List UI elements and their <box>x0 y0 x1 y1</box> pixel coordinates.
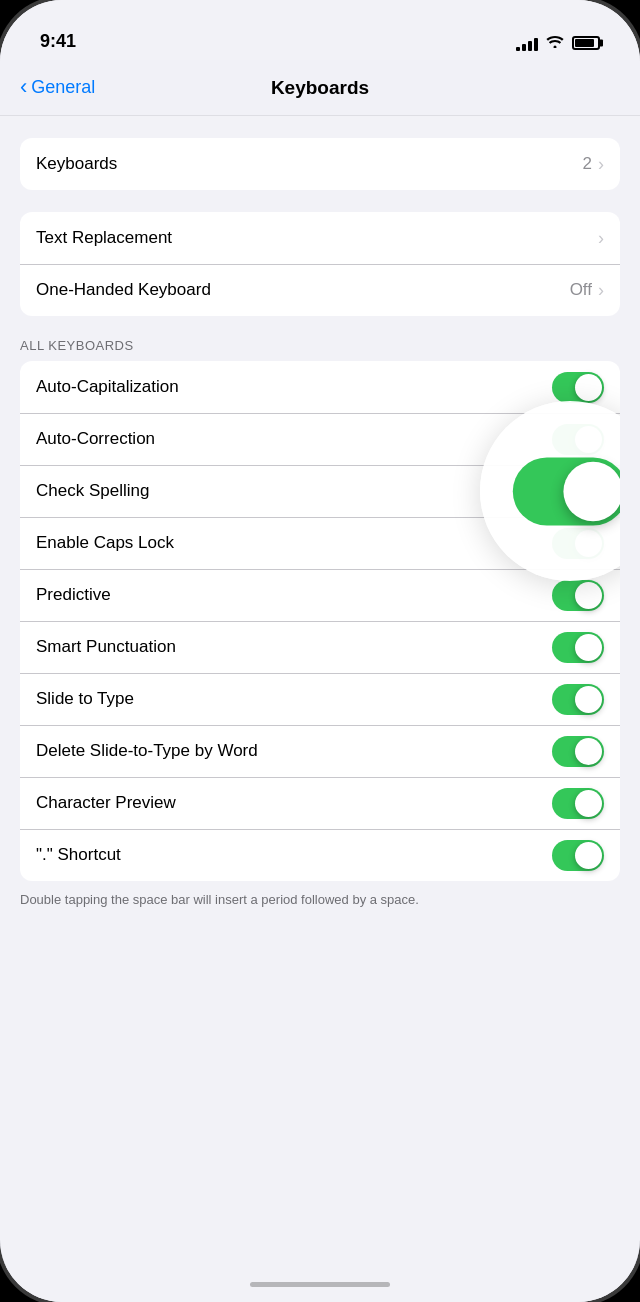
auto-capitalization-label: Auto-Capitalization <box>36 377 552 397</box>
text-replacement-label: Text Replacement <box>36 228 598 248</box>
smart-punctuation-label: Smart Punctuation <box>36 637 552 657</box>
delete-slide-to-type-row: Delete Slide-to-Type by Word <box>20 725 620 777</box>
character-preview-toggle[interactable] <box>552 788 604 819</box>
delete-slide-to-type-toggle[interactable] <box>552 736 604 767</box>
auto-capitalization-row: Auto-Capitalization <box>20 361 620 413</box>
character-preview-label: Character Preview <box>36 793 552 813</box>
replacement-card: Text Replacement › One-Handed Keyboard O… <box>20 212 620 316</box>
keyboards-card: Keyboards 2 › <box>20 138 620 190</box>
check-spelling-row: Check Spelling <box>20 465 620 517</box>
text-replacement-chevron-icon: › <box>598 228 604 249</box>
keyboards-row[interactable]: Keyboards 2 › <box>20 138 620 190</box>
keyboards-value: 2 <box>583 154 592 174</box>
smart-punctuation-toggle[interactable] <box>552 632 604 663</box>
period-shortcut-toggle[interactable] <box>552 840 604 871</box>
nav-bar: ‹ General Keyboards <box>0 60 640 116</box>
predictive-label: Predictive <box>36 585 552 605</box>
check-spelling-label: Check Spelling <box>36 481 552 501</box>
enable-caps-lock-toggle[interactable] <box>552 528 604 559</box>
slide-to-type-label: Slide to Type <box>36 689 552 709</box>
slide-to-type-row: Slide to Type <box>20 673 620 725</box>
page-title: Keyboards <box>170 77 470 99</box>
home-bar <box>250 1282 390 1287</box>
status-time: 9:41 <box>40 31 516 52</box>
one-handed-keyboard-row[interactable]: One-Handed Keyboard Off › <box>20 264 620 316</box>
predictive-toggle[interactable] <box>552 580 604 611</box>
one-handed-keyboard-value: Off <box>570 280 592 300</box>
all-keyboards-section-label: ALL KEYBOARDS <box>0 338 640 353</box>
smart-punctuation-row: Smart Punctuation <box>20 621 620 673</box>
keyboards-section: Keyboards 2 › <box>0 138 640 190</box>
text-replacement-row[interactable]: Text Replacement › <box>20 212 620 264</box>
slide-to-type-toggle[interactable] <box>552 684 604 715</box>
content-scroll[interactable]: Keyboards 2 › Text Replacement › One-Han… <box>0 116 640 1266</box>
keyboards-chevron-icon: › <box>598 154 604 175</box>
all-keyboards-section: ALL KEYBOARDS Auto-Capitalization Aut <box>0 338 640 909</box>
enable-caps-lock-label: Enable Caps Lock <box>36 533 552 553</box>
character-preview-row: Character Preview <box>20 777 620 829</box>
enable-caps-lock-row: Enable Caps Lock <box>20 517 620 569</box>
footer-note: Double tapping the space bar will insert… <box>0 881 640 909</box>
keyboards-label: Keyboards <box>36 154 583 174</box>
period-shortcut-label: "." Shortcut <box>36 845 552 865</box>
one-handed-chevron-icon: › <box>598 280 604 301</box>
period-shortcut-row: "." Shortcut <box>20 829 620 881</box>
auto-correction-row: Auto-Correction <box>20 413 620 465</box>
signal-icon <box>516 35 538 51</box>
screen: 9:41 <box>0 0 640 1302</box>
replacement-section: Text Replacement › One-Handed Keyboard O… <box>0 212 640 316</box>
one-handed-keyboard-label: One-Handed Keyboard <box>36 280 570 300</box>
home-indicator <box>0 1266 640 1302</box>
status-bar: 9:41 <box>0 0 640 60</box>
wifi-icon <box>546 34 564 52</box>
auto-correction-label: Auto-Correction <box>36 429 552 449</box>
predictive-row: Predictive <box>20 569 620 621</box>
back-chevron-icon: ‹ <box>20 74 27 100</box>
auto-capitalization-toggle[interactable] <box>552 372 604 403</box>
delete-slide-to-type-label: Delete Slide-to-Type by Word <box>36 741 552 761</box>
auto-correction-toggle[interactable] <box>552 424 604 455</box>
phone-frame: 9:41 <box>0 0 640 1302</box>
status-icons <box>516 34 600 52</box>
battery-icon <box>572 36 600 50</box>
all-keyboards-card: Auto-Capitalization Auto-Correction <box>20 361 620 881</box>
back-label: General <box>31 77 95 98</box>
back-button[interactable]: ‹ General <box>20 76 170 100</box>
